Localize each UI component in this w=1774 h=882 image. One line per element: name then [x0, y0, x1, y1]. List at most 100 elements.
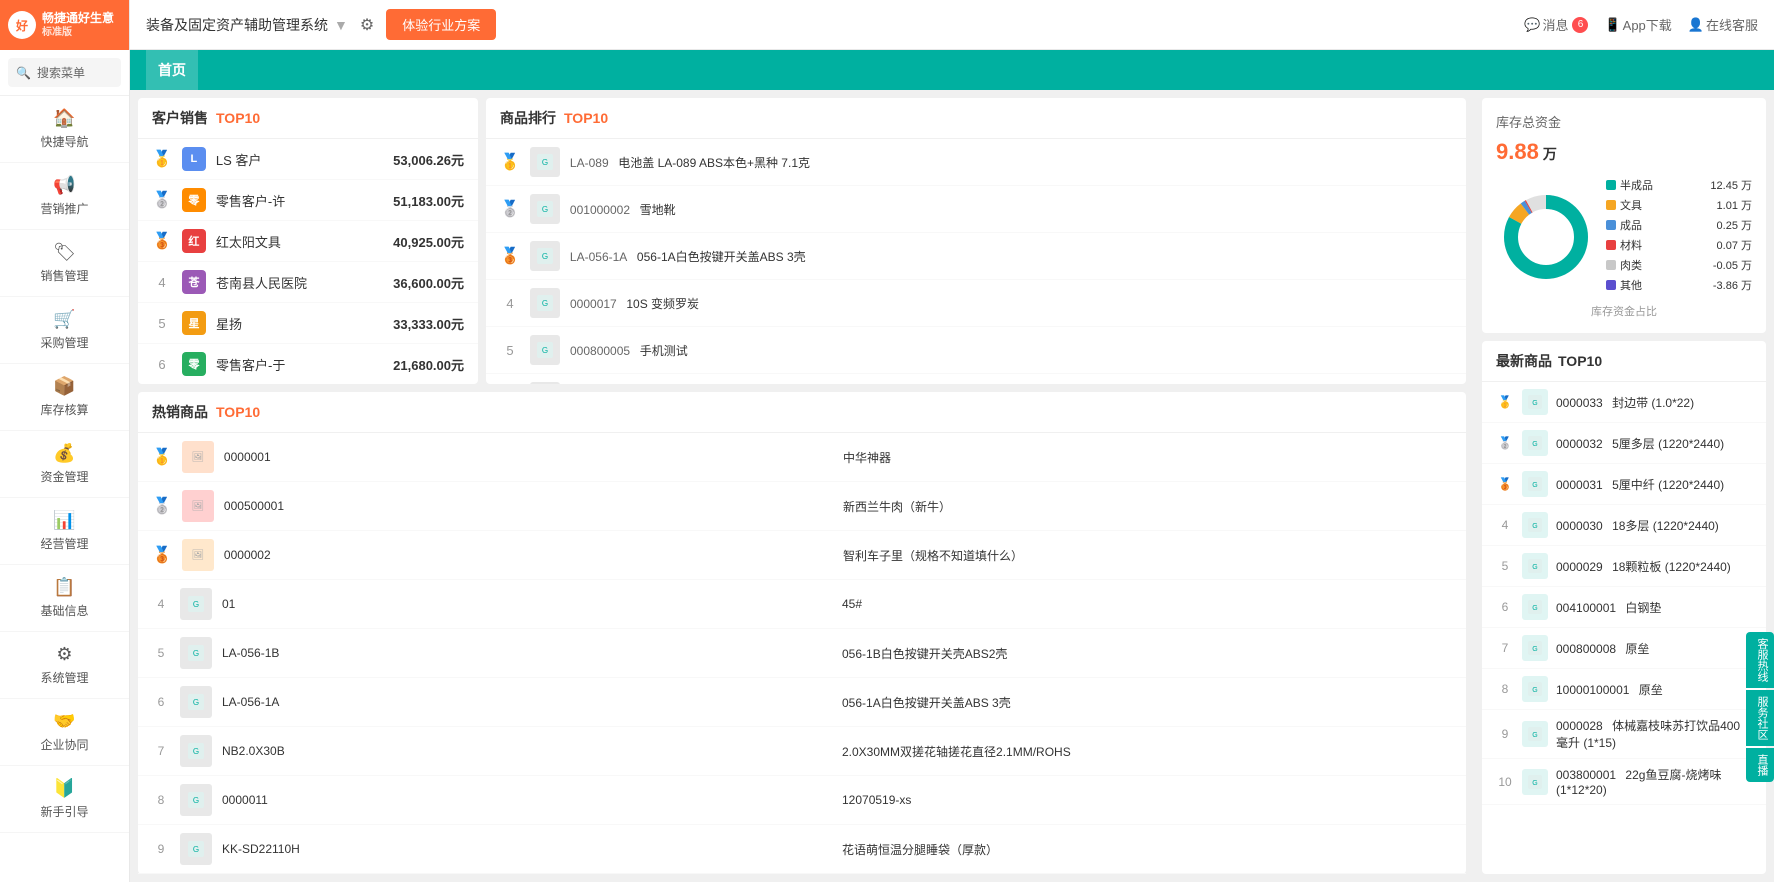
table-row[interactable]: 🥈 零 零售客户-许 51,183.00元 — [138, 180, 478, 221]
list-item[interactable]: 4 G 01 45# — [138, 580, 1466, 629]
hot-product-code: KK-SD22110H — [222, 842, 832, 856]
table-row[interactable]: 5 G 000800005 手机测试 — [486, 327, 1466, 374]
app-download-nav[interactable]: 📱 App下载 — [1604, 15, 1671, 34]
list-item[interactable]: 6 G 004100001 白钢垫 — [1482, 587, 1766, 628]
list-item[interactable]: 9 G KK-SD22110H 花语萌恒温分腿睡袋（厚款） — [138, 825, 1466, 874]
svg-text:G: G — [193, 600, 199, 609]
svg-text:G: G — [542, 299, 548, 308]
table-row[interactable]: 🥉 G LA-056-1A 056-1A白色按键开关盖ABS 3壳 — [486, 233, 1466, 280]
quicknav-label: 快捷导航 — [40, 133, 88, 150]
customer-ranking-title: 客户销售 — [152, 108, 208, 128]
guide-label: 新手引导 — [40, 803, 88, 820]
sidebar-item-marketing[interactable]: 📢 营销推广 — [0, 163, 129, 230]
customer-name: 星扬 — [216, 314, 383, 333]
medal-icon: 🥈 — [500, 199, 520, 219]
product-thumbnail: G — [530, 382, 560, 384]
list-item[interactable]: 5 G 0000029 18颗粒板 (1220*2440) — [1482, 546, 1766, 587]
latest-product-info: 0000032 5厘多层 (1220*2440) — [1556, 435, 1752, 452]
search-menu-button[interactable]: 🔍 搜索菜单 — [8, 58, 121, 87]
list-item[interactable]: 🥉 G 0000031 5厘中纤 (1220*2440) — [1482, 464, 1766, 505]
list-item[interactable]: 6 G LA-056-1A 056-1A白色按键开关盖ABS 3壳 — [138, 678, 1466, 727]
medal-icon: 🥉 — [152, 231, 172, 251]
product-code: 0000017 — [570, 297, 617, 311]
sidebar-item-finance[interactable]: 💰 资金管理 — [0, 431, 129, 498]
customer-amount: 33,333.00元 — [393, 314, 464, 333]
product-thumbnail: G — [1522, 635, 1548, 661]
rank-number: 6 — [152, 695, 170, 709]
operation-label: 经营管理 — [40, 535, 88, 552]
latest-product-code: 0000029 — [1556, 560, 1603, 574]
customer-name: 红太阳文具 — [216, 232, 383, 251]
cs-community-btn[interactable]: 服务社区 — [1746, 690, 1774, 746]
latest-product-info: 10000100001 原垒 — [1556, 681, 1752, 698]
message-nav[interactable]: 💬 消息 6 — [1524, 15, 1588, 34]
hot-products-header: 热销商品 TOP10 — [138, 392, 1466, 433]
search-icon: 🔍 — [16, 66, 31, 80]
table-row[interactable]: 🥇 L LS 客户 53,006.26元 — [138, 139, 478, 180]
app-version: 标准版 — [42, 26, 114, 39]
list-item[interactable]: 7 G 000800008 原垒 — [1482, 628, 1766, 669]
system-icon: ⚙ — [56, 644, 72, 665]
product-info: 001000002 雪地靴 — [570, 201, 1452, 218]
table-row[interactable]: 4 G 0000017 10S 变频罗炭 — [486, 280, 1466, 327]
rank-number: 6 — [152, 357, 172, 372]
table-row[interactable]: 🥉 红 红太阳文具 40,925.00元 — [138, 221, 478, 262]
latest-product-code: 004100001 — [1556, 601, 1616, 615]
hot-product-name: 新西兰牛肉（新牛） — [843, 498, 1452, 515]
product-name: 056-1A白色按键开关盖ABS 3壳 — [637, 250, 806, 264]
cs-hotline-btn[interactable]: 客服热线 — [1746, 632, 1774, 688]
cs-live-btn[interactable]: 直播 — [1746, 748, 1774, 782]
list-item[interactable]: 🥉 🖼 0000002 智利车子里（规格不知道填什么） — [138, 531, 1466, 580]
svg-text:G: G — [1532, 564, 1537, 571]
table-row[interactable]: 6 零 零售客户-于 21,680.00元 — [138, 344, 478, 384]
product-thumbnail: G — [180, 686, 212, 718]
table-row[interactable]: 6 G 0000021 夹壳 — [486, 374, 1466, 384]
sidebar-item-quicknav[interactable]: 🏠 快捷导航 — [0, 96, 129, 163]
sidebar-logo: 好 畅捷通好生意 标准版 — [0, 0, 129, 50]
list-item[interactable]: 5 G LA-056-1B 056-1B白色按键开关壳ABS2壳 — [138, 629, 1466, 678]
customer-tag: 零 — [182, 188, 206, 212]
table-row[interactable]: 🥈 G 001000002 雪地靴 — [486, 186, 1466, 233]
latest-product-name: 18多层 (1220*2440) — [1612, 519, 1719, 533]
inventory-footnote: 库存资金占比 — [1496, 303, 1752, 319]
sidebar-item-purchase[interactable]: 🛒 采购管理 — [0, 297, 129, 364]
hot-products-top10: TOP10 — [216, 404, 260, 420]
list-item[interactable]: 4 G 0000030 18多层 (1220*2440) — [1482, 505, 1766, 546]
list-item[interactable]: 🥈 🖼 000500001 新西兰牛肉（新牛） — [138, 482, 1466, 531]
sidebar-item-inventory[interactable]: 📦 库存核算 — [0, 364, 129, 431]
customer-tag: 苍 — [182, 270, 206, 294]
list-item[interactable]: 9 G 0000028 体械嘉枝味苏打饮品400毫升 (1*15) — [1482, 710, 1766, 759]
sidebar-item-company[interactable]: 🤝 企业协同 — [0, 699, 129, 766]
list-item[interactable]: 🥈 G 0000032 5厘多层 (1220*2440) — [1482, 423, 1766, 464]
hot-product-code: LA-056-1A — [222, 695, 832, 709]
list-item[interactable]: 🥇 🖼 0000001 中华神器 — [138, 433, 1466, 482]
basic-label: 基础信息 — [40, 602, 88, 619]
medal-icon: 🥇 — [1496, 395, 1514, 409]
basic-icon: 📋 — [53, 577, 75, 598]
quicknav-icon: 🏠 — [53, 108, 75, 129]
product-ranking-header: 商品排行 TOP10 — [486, 98, 1466, 139]
customer-tag: L — [182, 147, 206, 171]
product-thumbnail: 🖼 — [182, 490, 214, 522]
svg-text:G: G — [193, 747, 199, 756]
sidebar-item-sales[interactable]: 🏷 销售管理 — [0, 230, 129, 297]
product-thumbnail: G — [1522, 769, 1548, 795]
table-row[interactable]: 4 苍 苍南县人民医院 36,600.00元 — [138, 262, 478, 303]
online-service-nav[interactable]: 👤 在线客服 — [1688, 15, 1758, 34]
sidebar-item-operation[interactable]: 📊 经营管理 — [0, 498, 129, 565]
list-item[interactable]: 7 G NB2.0X30B 2.0X30MM双搓花轴搓花直径2.1MM/ROHS — [138, 727, 1466, 776]
trial-button[interactable]: 体验行业方案 — [386, 9, 496, 40]
sidebar-item-basic[interactable]: 📋 基础信息 — [0, 565, 129, 632]
hot-product-code: 0000002 — [224, 548, 833, 562]
sidebar-item-system[interactable]: ⚙ 系统管理 — [0, 632, 129, 699]
sidebar-item-guide[interactable]: 🔰 新手引导 — [0, 766, 129, 833]
table-row[interactable]: 5 星 星扬 33,333.00元 — [138, 303, 478, 344]
product-info: 0000017 10S 变频罗炭 — [570, 295, 1452, 312]
list-item[interactable]: 8 G 0000011 12070519-xs — [138, 776, 1466, 825]
list-item[interactable]: 8 G 10000100001 原垒 — [1482, 669, 1766, 710]
list-item[interactable]: 🥇 G 0000033 封边带 (1.0*22) — [1482, 382, 1766, 423]
table-row[interactable]: 🥇 G LA-089 电池盖 LA-089 ABS本色+黑种 7.1克 — [486, 139, 1466, 186]
settings-icon[interactable]: ⚙ — [360, 15, 374, 35]
list-item[interactable]: 10 G 003800001 22g鱼豆腐-烧烤味 (1*12*20) — [1482, 759, 1766, 805]
page-nav-home[interactable]: 首页 — [146, 50, 198, 90]
